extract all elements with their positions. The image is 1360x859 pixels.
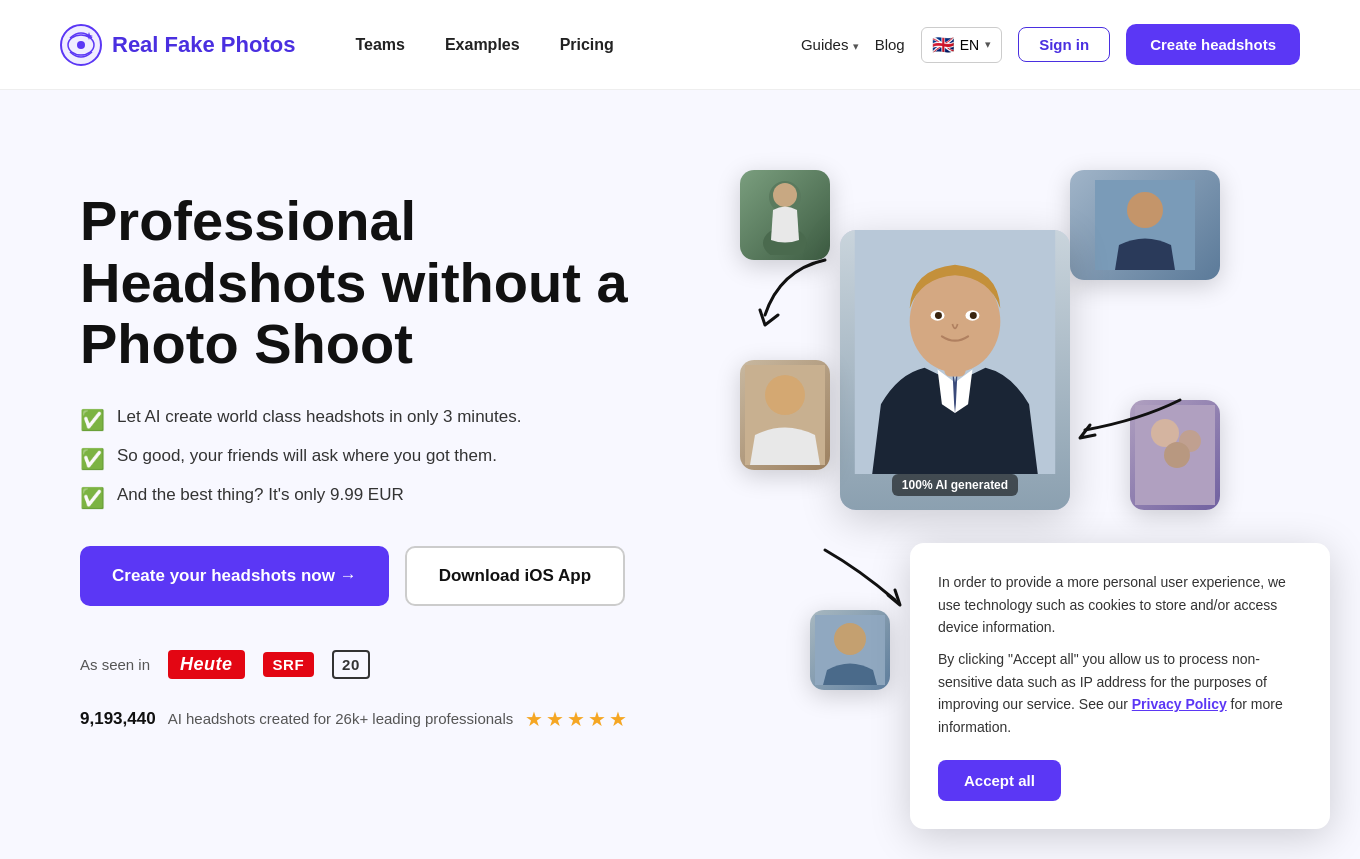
thumbnail-bottom-left xyxy=(740,360,830,470)
nav-guides[interactable]: Guides ▾ xyxy=(801,36,859,53)
svg-point-7 xyxy=(1127,192,1163,228)
language-selector[interactable]: 🇬🇧 EN ▾ xyxy=(921,27,1002,63)
svg-point-2 xyxy=(77,41,85,49)
hero-title: Professional Headshots without a Photo S… xyxy=(80,190,680,375)
nav-links: Teams Examples Pricing xyxy=(355,36,613,54)
cookie-text-2: By clicking "Accept all" you allow us to… xyxy=(938,648,1302,738)
navbar: Real Fake Photos Teams Examples Pricing … xyxy=(0,0,1360,90)
hero-cta-secondary[interactable]: Download iOS App xyxy=(405,546,625,606)
main-photo-face: 100% AI generated xyxy=(840,230,1070,510)
nav-pricing[interactable]: Pricing xyxy=(560,36,614,53)
star-2: ★ xyxy=(546,707,564,731)
seen-in-label: As seen in xyxy=(80,656,150,673)
nav-examples[interactable]: Examples xyxy=(445,36,520,53)
logo-link[interactable]: Real Fake Photos xyxy=(60,24,295,66)
accept-all-button[interactable]: Accept all xyxy=(938,760,1061,791)
ai-badge: 100% AI generated xyxy=(892,474,1018,496)
check-icon-3: ✅ xyxy=(80,486,105,510)
feature-text-1: Let AI create world class headshots in o… xyxy=(117,407,521,427)
main-photo: 100% AI generated xyxy=(840,230,1070,510)
thumbnail-top-left xyxy=(740,170,830,260)
logo-icon xyxy=(60,24,102,66)
create-headshots-button[interactable]: Create headshots xyxy=(1126,24,1300,65)
cookie-text-1: In order to provide a more personal user… xyxy=(938,571,1302,638)
svg-point-5 xyxy=(773,183,797,207)
hero-left: Professional Headshots without a Photo S… xyxy=(80,170,680,731)
check-icon-1: ✅ xyxy=(80,408,105,432)
stats-row: 9,193,440 AI headshots created for 26k+ … xyxy=(80,707,680,731)
nav-blog[interactable]: Blog xyxy=(875,36,905,53)
nav-teams[interactable]: Teams xyxy=(355,36,405,53)
person-icon-bl xyxy=(740,360,830,470)
person-icon-bottom xyxy=(810,610,890,690)
star-3: ★ xyxy=(567,707,585,731)
cookie-banner: In order to provide a more personal user… xyxy=(910,543,1330,791)
guides-dropdown-arrow: ▾ xyxy=(853,40,859,52)
media-badge-20: 20 xyxy=(332,650,370,679)
thumbnail-bottom-center xyxy=(810,610,890,690)
seen-in-row: As seen in Heute SRF 20 xyxy=(80,650,680,679)
hero-cta-primary[interactable]: Create your headshots now → xyxy=(80,546,389,606)
svg-point-20 xyxy=(1164,442,1190,468)
person-icon-tr xyxy=(1070,170,1220,280)
feature-item-3: ✅ And the best thing? It's only 9.99 EUR xyxy=(80,485,680,510)
star-5: ★ xyxy=(609,707,627,731)
check-icon-2: ✅ xyxy=(80,447,105,471)
stats-number: 9,193,440 xyxy=(80,709,156,729)
media-badge-srf: SRF xyxy=(263,652,315,677)
person-icon-br xyxy=(1130,400,1220,510)
signin-button[interactable]: Sign in xyxy=(1018,27,1110,62)
svg-point-22 xyxy=(834,623,866,655)
privacy-policy-link[interactable]: Privacy Policy xyxy=(1132,696,1227,712)
svg-point-16 xyxy=(765,375,805,415)
person-icon-tl xyxy=(740,170,830,260)
feature-item-1: ✅ Let AI create world class headshots in… xyxy=(80,407,680,432)
svg-point-13 xyxy=(935,312,942,319)
thumbnail-bottom-right xyxy=(1130,400,1220,510)
media-badge-heute: Heute xyxy=(168,650,245,679)
logo-text: Real Fake Photos xyxy=(112,32,295,58)
hero-cta-row: Create your headshots now → Download iOS… xyxy=(80,546,680,606)
star-1: ★ xyxy=(525,707,543,731)
lang-dropdown-arrow: ▾ xyxy=(985,38,991,51)
flag-icon: 🇬🇧 xyxy=(932,34,954,56)
lang-code: EN xyxy=(960,37,979,53)
stars-row: ★ ★ ★ ★ ★ xyxy=(525,707,627,731)
stats-text: AI headshots created for 26k+ leading pr… xyxy=(168,710,514,727)
thumbnail-top-right xyxy=(1070,170,1220,280)
feature-text-2: So good, your friends will ask where you… xyxy=(117,446,497,466)
feature-item-2: ✅ So good, your friends will ask where y… xyxy=(80,446,680,471)
feature-text-3: And the best thing? It's only 9.99 EUR xyxy=(117,485,404,505)
nav-right: Guides ▾ Blog 🇬🇧 EN ▾ Sign in Create hea… xyxy=(801,24,1300,65)
hero-features: ✅ Let AI create world class headshots in… xyxy=(80,407,680,510)
star-4: ★ xyxy=(588,707,606,731)
svg-point-14 xyxy=(970,312,977,319)
